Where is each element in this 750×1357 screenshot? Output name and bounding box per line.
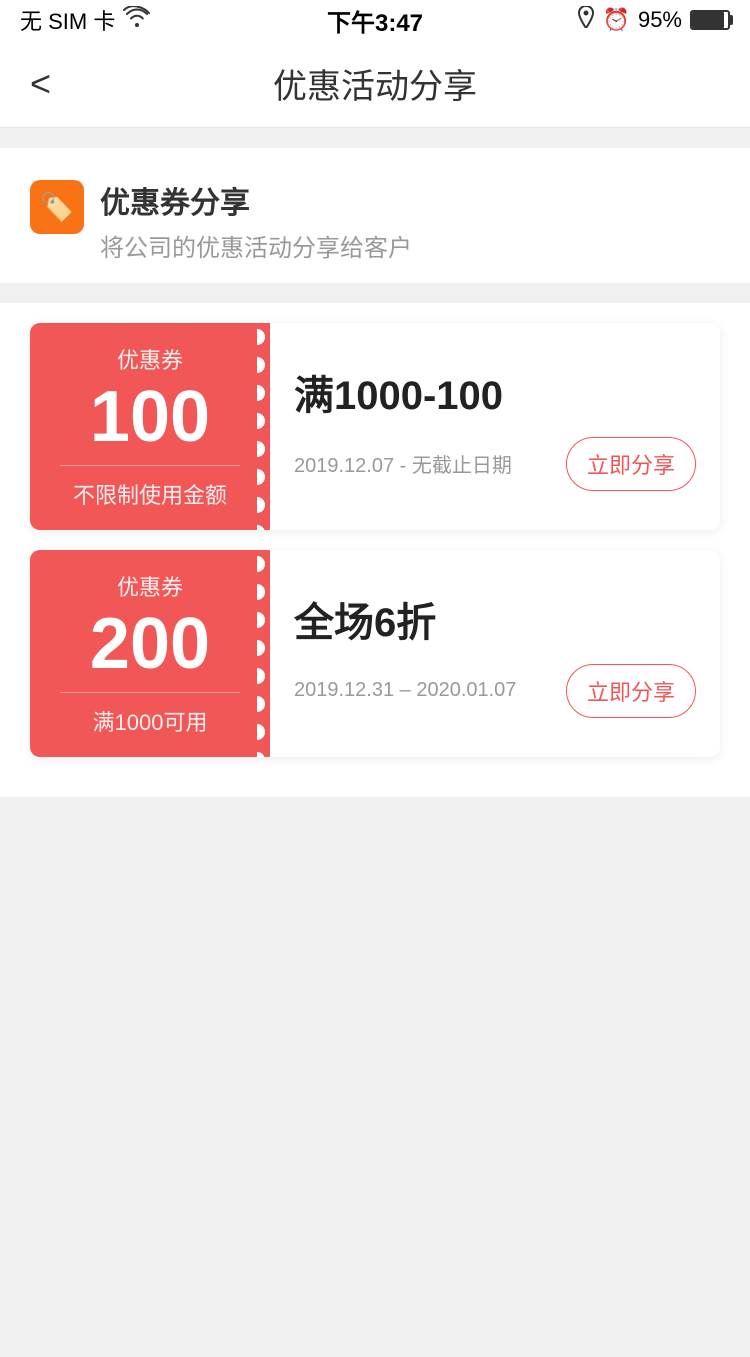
coupon-name-2: 全场6折 (294, 590, 696, 648)
coupon-icon: 🏷️ (40, 191, 75, 224)
coupon-label-2: 优惠券 (117, 570, 183, 602)
status-right: ⏰ 95% (577, 6, 730, 34)
coupon-amount-2: 200 (90, 608, 210, 680)
alarm-icon: ⏰ (603, 7, 630, 33)
coupon-left-1: 优惠券 100 不限制使用金额 (30, 323, 270, 530)
coupon-divider-2 (60, 692, 240, 693)
coupon-condition-1: 不限制使用金额 (73, 478, 227, 510)
coupon-label-1: 优惠券 (117, 343, 183, 375)
gray-fill-area (0, 797, 750, 1357)
section-title: 优惠券分享 (100, 178, 412, 222)
share-button-2[interactable]: 立即分享 (566, 664, 696, 718)
coupon-date-2: 2019.12.31 – 2020.01.07 (294, 679, 554, 702)
coupon-condition-2: 满1000可用 (93, 705, 208, 737)
status-bar: 无 SIM 卡 下午3:47 ⏰ 95% (0, 0, 750, 40)
battery-text: 95% (638, 7, 682, 33)
section-icon: 🏷️ (30, 180, 84, 234)
carrier-text: 无 SIM 卡 (20, 4, 115, 36)
back-button[interactable]: < (30, 63, 51, 105)
wifi-icon (123, 6, 151, 34)
coupon-left-2: 优惠券 200 满1000可用 (30, 550, 270, 757)
battery-icon (690, 10, 730, 30)
coupon-meta-1: 2019.12.07 - 无截止日期 立即分享 (294, 437, 696, 491)
coupon-right-1: 满1000-100 2019.12.07 - 无截止日期 立即分享 (270, 323, 720, 530)
share-button-1[interactable]: 立即分享 (566, 437, 696, 491)
section-text: 优惠券分享 将公司的优惠活动分享给客户 (100, 178, 412, 263)
coupon-card-2: 优惠券 200 满1000可用 全场6折 2019.12.31 – 2020.0… (30, 550, 720, 757)
coupon-right-2: 全场6折 2019.12.31 – 2020.01.07 立即分享 (270, 550, 720, 757)
status-left: 无 SIM 卡 (20, 4, 151, 36)
coupon-amount-1: 100 (90, 381, 210, 453)
status-time: 下午3:47 (327, 3, 423, 38)
page-title: 优惠活动分享 (273, 59, 477, 108)
coupon-date-1: 2019.12.07 - 无截止日期 (294, 449, 554, 478)
coupon-meta-2: 2019.12.31 – 2020.01.07 立即分享 (294, 664, 696, 718)
section-header: 🏷️ 优惠券分享 将公司的优惠活动分享给客户 (0, 148, 750, 283)
coupon-divider-1 (60, 465, 240, 466)
coupon-card-1: 优惠券 100 不限制使用金额 满1000-100 2019.12.07 - 无… (30, 323, 720, 530)
location-icon (577, 6, 595, 34)
coupon-name-1: 满1000-100 (294, 363, 696, 421)
nav-bar: < 优惠活动分享 (0, 40, 750, 128)
section-desc: 将公司的优惠活动分享给客户 (100, 228, 412, 263)
coupon-list: 优惠券 100 不限制使用金额 满1000-100 2019.12.07 - 无… (0, 303, 750, 797)
